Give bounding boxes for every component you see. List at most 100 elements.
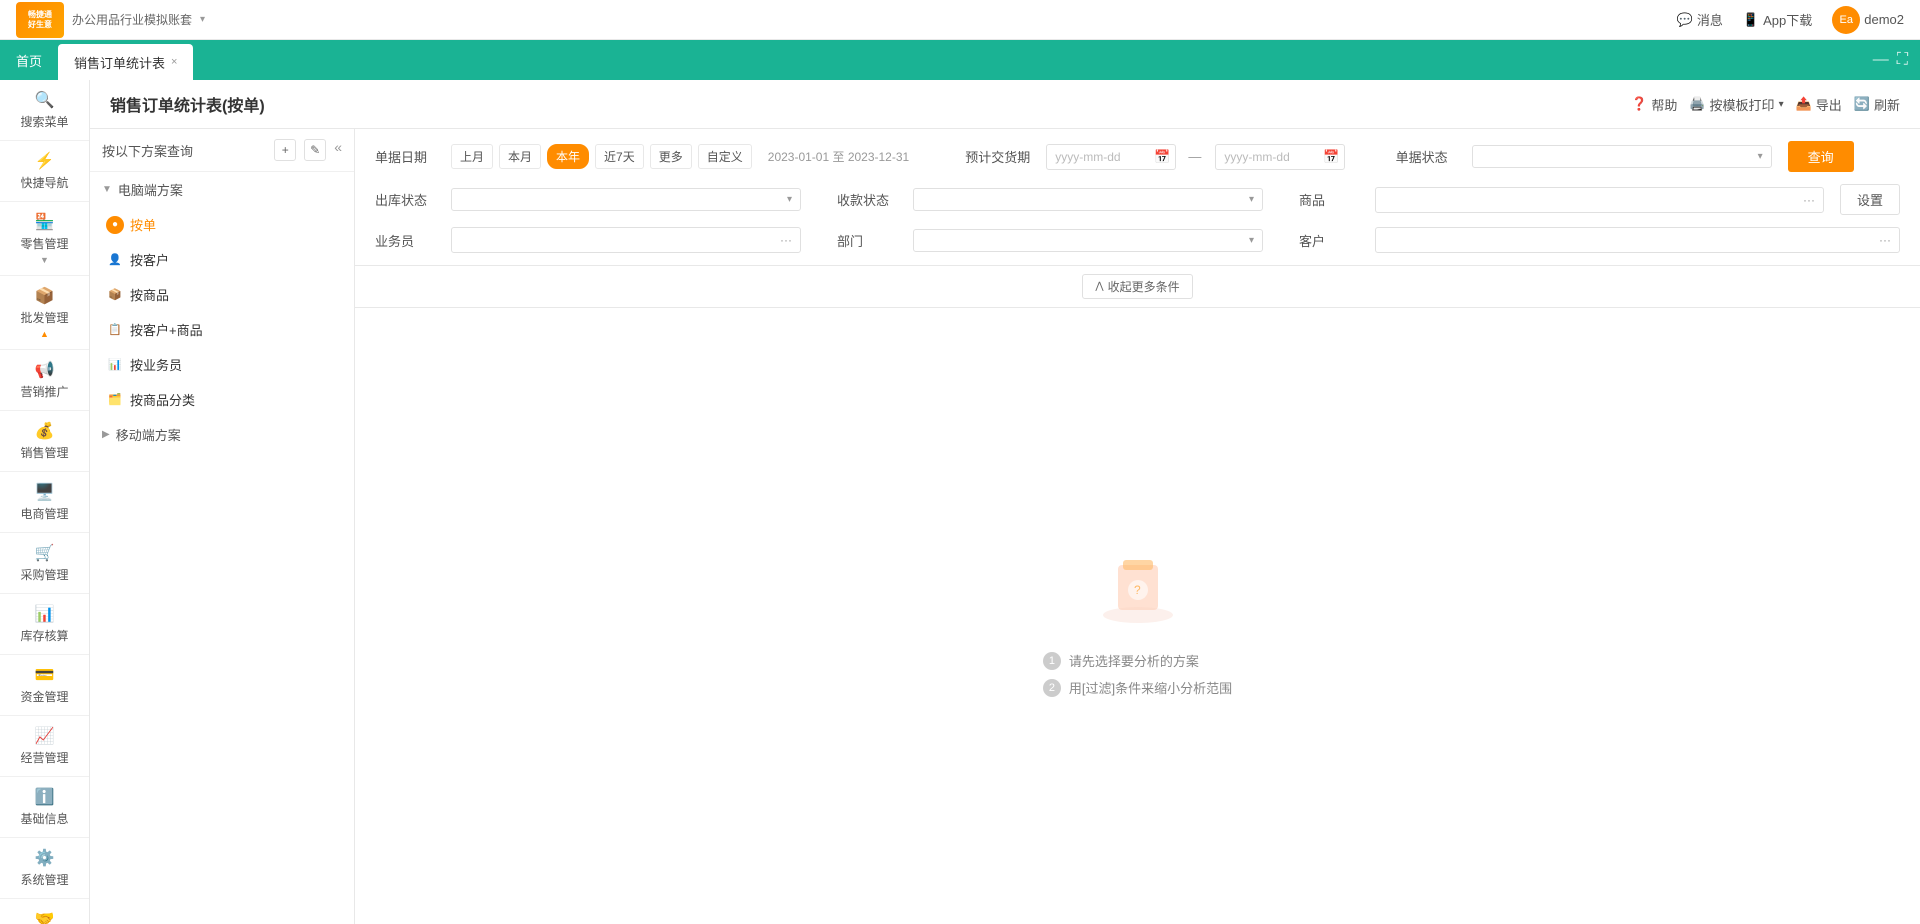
settings-btn[interactable]: 设置 <box>1840 184 1900 215</box>
customer-goods-icon: 📋 <box>106 321 124 339</box>
date-filter-label: 单据日期 <box>375 147 435 166</box>
date-btn-7days[interactable]: 近7天 <box>595 144 644 169</box>
collapse-panel-btn[interactable]: « <box>334 139 342 161</box>
print-icon: 🖨️ <box>1689 96 1705 112</box>
sidebar-item-quicknav[interactable]: ⚡ 快捷导航 <box>0 141 89 202</box>
filter-area: 单据日期 上月 本月 本年 近7天 更多 自定义 2023-01-01 至 20… <box>355 129 1920 266</box>
edit-scheme-btn[interactable]: ✎ <box>304 139 326 161</box>
logo: 畅捷通 好生意 <box>16 2 64 38</box>
export-btn[interactable]: 📤 导出 <box>1796 95 1842 114</box>
dept-select[interactable]: ▾ <box>913 229 1263 252</box>
app-download-btn[interactable]: 📱 App下载 <box>1743 10 1812 29</box>
chevron-down-icon: ▾ <box>1249 194 1254 205</box>
finance-icon: 💳 <box>35 665 55 685</box>
date-btn-thismonth[interactable]: 本月 <box>499 144 541 169</box>
date-btn-thisyear[interactable]: 本年 <box>547 144 589 169</box>
sidebar-item-purchase[interactable]: 🛒 采购管理 <box>0 533 89 594</box>
page-title: 销售订单统计表(按单) <box>110 92 265 128</box>
refresh-btn[interactable]: 🔄 刷新 <box>1854 95 1900 114</box>
payment-status-label: 收款状态 <box>837 190 897 209</box>
scheme-item-byorder[interactable]: ● 按单 <box>90 207 354 242</box>
goods-more-icon[interactable]: ··· <box>1803 193 1815 207</box>
sidebar-label: 基础信息 <box>20 810 68 827</box>
sidebar-item-inventory[interactable]: 📊 库存核算 <box>0 594 89 655</box>
chevron-up-icon: ▲ <box>40 329 49 339</box>
customer-more-icon[interactable]: ··· <box>1879 233 1891 247</box>
goods-filter-label: 商品 <box>1299 190 1359 209</box>
tab-sales-order-stats[interactable]: 销售订单统计表 × <box>58 44 193 80</box>
filter-row-2: 出库状态 ▾ 收款状态 ▾ 商品 ··· <box>375 184 1900 215</box>
sidebar-item-search[interactable]: 🔍 搜索菜单 <box>0 80 89 141</box>
payment-status-select[interactable]: ▾ <box>913 188 1263 211</box>
mobile-schemes-category[interactable]: ▶ 移动端方案 <box>90 417 354 452</box>
sidebar-item-basic[interactable]: ℹ️ 基础信息 <box>0 777 89 838</box>
retail-icon: 🏪 <box>35 212 55 232</box>
sidebar-item-marketing[interactable]: 📢 营销推广 <box>0 350 89 411</box>
calendar-icon-start: 📅 <box>1154 149 1170 165</box>
sidebar-item-ecommerce[interactable]: 🖥️ 电商管理 <box>0 472 89 533</box>
expected-date-inputs: 📅 — 📅 <box>1046 144 1339 170</box>
date-btn-more[interactable]: 更多 <box>650 144 692 169</box>
close-tab-icon[interactable]: × <box>171 56 177 68</box>
help-btn[interactable]: ❓ 帮助 <box>1631 95 1677 114</box>
salesperson-label: 业务员 <box>375 231 435 250</box>
customer-select[interactable]: ··· <box>1375 227 1900 253</box>
scheme-item-bycustomer[interactable]: 👤 按客户 <box>90 242 354 277</box>
main-layout: 🔍 搜索菜单 ⚡ 快捷导航 🏪 零售管理 ▼ 📦 批发管理 ▲ 📢 营销推广 💰… <box>0 80 1920 924</box>
delivery-status-select[interactable]: ▾ <box>451 188 801 211</box>
company-dropdown-icon[interactable]: ▾ <box>200 14 205 25</box>
goods-select[interactable]: ··· <box>1375 187 1824 213</box>
sidebar-item-wholesale[interactable]: 📦 批发管理 ▲ <box>0 276 89 350</box>
chevron-down-icon: ▼ <box>40 255 49 265</box>
customer-scheme-icon: 👤 <box>106 251 124 269</box>
search-icon: 🔍 <box>35 90 55 110</box>
empty-hint-1: 1 请先选择要分析的方案 <box>1043 651 1232 670</box>
message-btn[interactable]: 💬 消息 <box>1677 10 1723 29</box>
salesperson-more-icon[interactable]: ··· <box>780 233 792 247</box>
pc-schemes-category[interactable]: ▼ 电脑端方案 <box>90 172 354 207</box>
sidebar-label: 零售管理 <box>20 235 68 252</box>
nav-tabs: 首页 销售订单统计表 × — ⛶ <box>0 40 1920 80</box>
sidebar-item-sales[interactable]: 💰 销售管理 <box>0 411 89 472</box>
print-btn[interactable]: 🖨️ 按模板打印 ▾ <box>1689 95 1783 114</box>
sidebar-item-system[interactable]: ⚙️ 系统管理 <box>0 838 89 899</box>
date-range-display: 2023-01-01 至 2023-12-31 <box>768 148 909 165</box>
calendar-icon-end: 📅 <box>1323 149 1339 165</box>
scheme-item-bygoods[interactable]: 📦 按商品 <box>90 277 354 312</box>
minimize-icon[interactable]: — <box>1873 51 1889 69</box>
date-btn-custom[interactable]: 自定义 <box>698 144 752 169</box>
topbar-right: 💬 消息 📱 App下载 Ea demo2 <box>1677 6 1904 34</box>
sidebar-label: 经营管理 <box>20 749 68 766</box>
sidebar-item-operations[interactable]: 📈 经营管理 <box>0 716 89 777</box>
customer-label: 客户 <box>1299 231 1359 250</box>
left-panel-icons: + ✎ « <box>274 139 342 161</box>
date-btn-lastmonth[interactable]: 上月 <box>451 144 493 169</box>
category-icon: 🗂️ <box>106 391 124 409</box>
sidebar-label: 系统管理 <box>20 871 68 888</box>
sidebar-item-retail[interactable]: 🏪 零售管理 ▼ <box>0 202 89 276</box>
query-btn[interactable]: 查询 <box>1788 141 1854 172</box>
expected-date-label: 预计交货期 <box>965 147 1030 166</box>
scheme-item-bycategory[interactable]: 🗂️ 按商品分类 <box>90 382 354 417</box>
sidebar-item-collab[interactable]: 🤝 企业协同 <box>0 899 89 924</box>
marketing-icon: 📢 <box>35 360 55 380</box>
scheme-item-bycustomergoods[interactable]: 📋 按客户+商品 <box>90 312 354 347</box>
filter-row-3: 业务员 ··· 部门 ▾ 客户 ··· <box>375 227 1900 253</box>
salesperson-select[interactable]: ··· <box>451 227 801 253</box>
chevron-down-icon: ▾ <box>787 194 792 205</box>
company-name: 办公用品行业模拟账套 <box>72 11 192 28</box>
add-scheme-btn[interactable]: + <box>274 139 296 161</box>
empty-state: ? 1 请先选择要分析的方案 2 用[过滤]条件来缩小分析范围 <box>355 308 1920 924</box>
sidebar-item-finance[interactable]: 💳 资金管理 <box>0 655 89 716</box>
user-menu[interactable]: Ea demo2 <box>1832 6 1904 34</box>
collab-icon: 🤝 <box>35 909 55 924</box>
maximize-icon[interactable]: ⛶ <box>1897 51 1908 69</box>
collapse-more-conditions-btn[interactable]: ⋀ 收起更多条件 <box>1082 274 1192 299</box>
sidebar-label: 批发管理 <box>20 309 68 326</box>
body-layout: 按以下方案查询 + ✎ « ▼ 电脑端方案 <box>90 129 1920 924</box>
tab-home[interactable]: 首页 <box>0 40 58 80</box>
status-select[interactable]: ▾ <box>1472 145 1772 168</box>
scheme-item-bysalesperson[interactable]: 📊 按业务员 <box>90 347 354 382</box>
avatar: Ea <box>1832 6 1860 34</box>
chevron-down-icon: ▾ <box>1249 235 1254 246</box>
